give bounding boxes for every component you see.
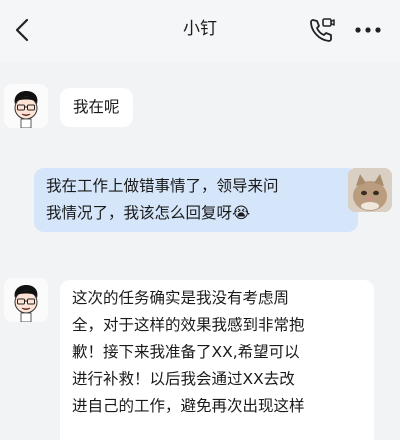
bot-avatar[interactable] bbox=[4, 84, 48, 128]
message-text: 我在工作上做错事情了，领导来问 我情况了，我该怎么回复呀😭 bbox=[46, 177, 279, 222]
message-bubble[interactable]: 我在工作上做错事情了，领导来问 我情况了，我该怎么回复呀😭 bbox=[34, 168, 358, 232]
phone-video-icon bbox=[310, 18, 335, 42]
cartoon-avatar-icon bbox=[4, 278, 48, 322]
more-button[interactable] bbox=[350, 16, 386, 44]
message-bubble[interactable]: 这次的任务确实是我没有考虑周 全，对于这样的效果我感到非常抱 歉！接下来我准备了… bbox=[60, 280, 374, 440]
cat-photo-avatar-icon bbox=[348, 168, 392, 212]
more-dots-icon bbox=[355, 27, 381, 33]
message-bubble[interactable]: 我在呢 bbox=[60, 88, 133, 127]
call-button[interactable] bbox=[306, 14, 338, 46]
cartoon-avatar-icon bbox=[4, 84, 48, 128]
chat-header: 小钉 bbox=[0, 0, 400, 62]
message-text: 我在呢 bbox=[73, 98, 120, 116]
user-avatar[interactable] bbox=[348, 168, 392, 212]
chat-title: 小钉 bbox=[183, 19, 217, 39]
message-text: 这次的任务确实是我没有考虑周 全，对于这样的效果我感到非常抱 歉！接下来我准备了… bbox=[72, 289, 305, 415]
bot-avatar[interactable] bbox=[4, 278, 48, 322]
